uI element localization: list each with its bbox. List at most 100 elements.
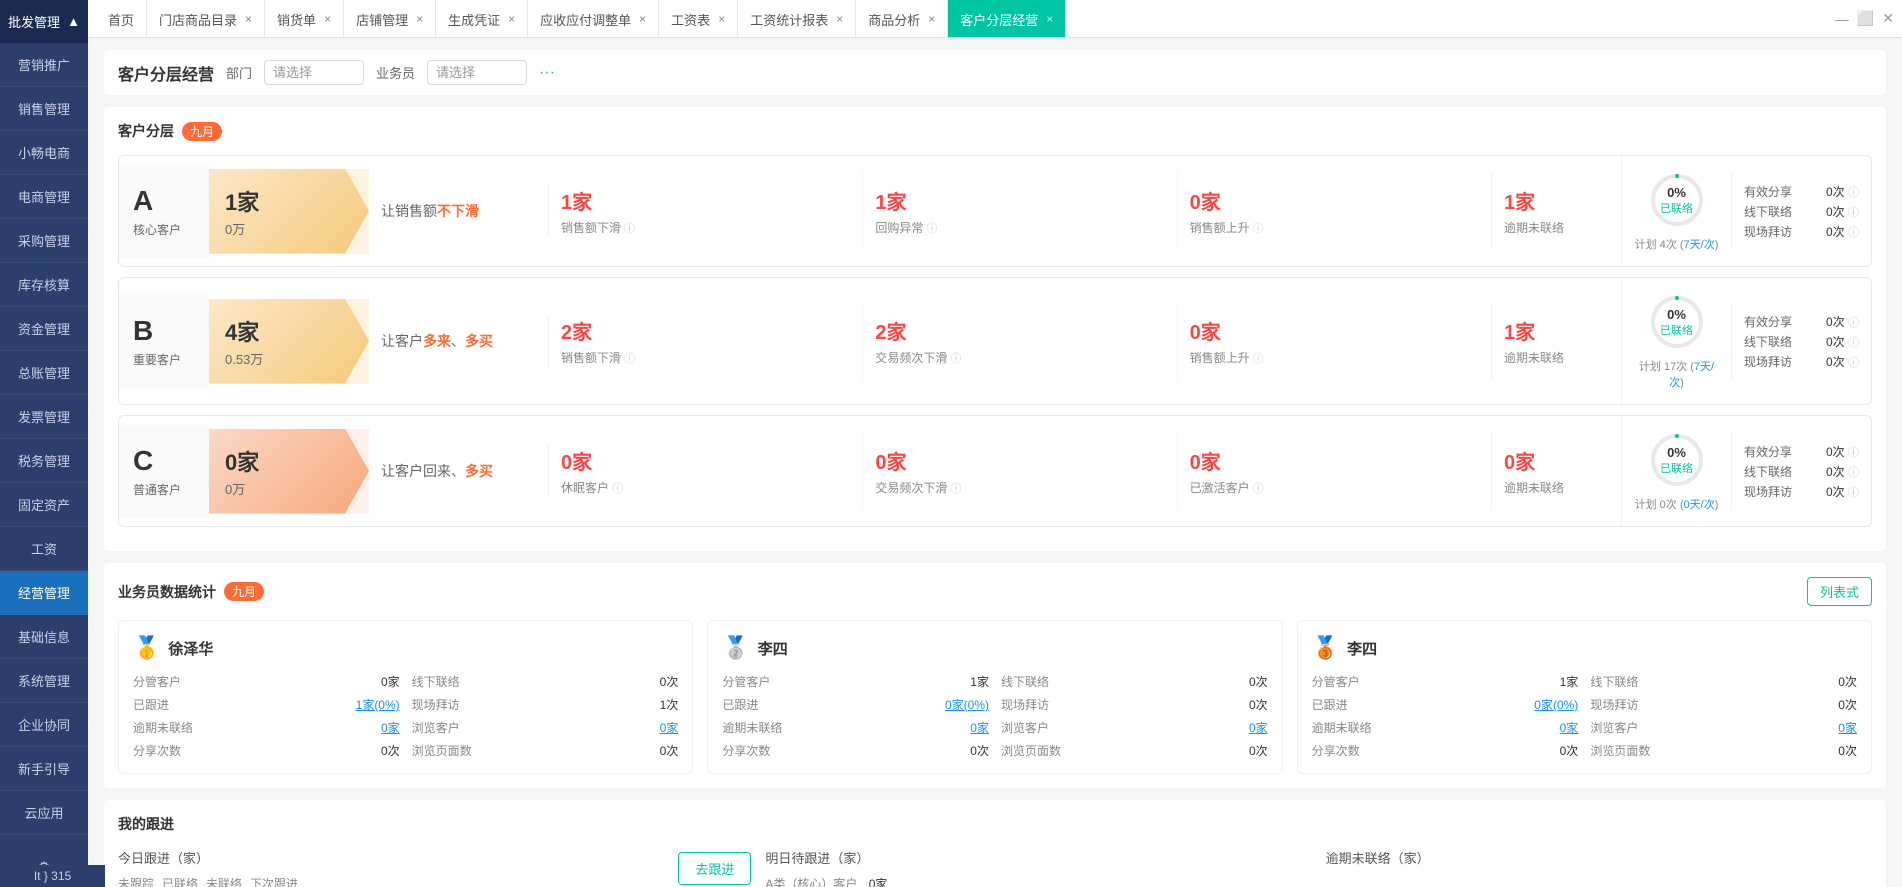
staff-stat-value[interactable]: 1家(0%) bbox=[356, 696, 400, 713]
staff-stat-value[interactable]: 0家 bbox=[660, 719, 679, 736]
sidebar-item-系统管理[interactable]: 系统管理 bbox=[0, 659, 88, 703]
sidebar-item-企业协同[interactable]: 企业协同 bbox=[0, 703, 88, 747]
sidebar-item-固定资产[interactable]: 固定资产 bbox=[0, 483, 88, 527]
tier-circle-c: 0% 已联络 计划 0次 (0天/次) bbox=[1621, 416, 1731, 526]
sidebar-item-库存核算[interactable]: 库存核算 bbox=[0, 263, 88, 307]
tab-minimize-icon[interactable]: — bbox=[1835, 11, 1849, 27]
right-stat-val: 0次 ⓘ bbox=[1826, 203, 1859, 220]
staff-stat-value: 1家 bbox=[970, 673, 989, 690]
right-info-icon[interactable]: ⓘ bbox=[1848, 467, 1859, 479]
staff-stat-row: 现场拜访 0次 bbox=[1590, 696, 1857, 713]
sidebar-item-云应用[interactable]: 云应用 bbox=[0, 791, 88, 835]
tab-close-btn[interactable]: × bbox=[416, 12, 423, 26]
plan-link[interactable]: 0天/次 bbox=[1684, 499, 1715, 511]
tab-店铺管理[interactable]: 店铺管理× bbox=[344, 0, 436, 38]
tab-销货单[interactable]: 销货单× bbox=[265, 0, 344, 38]
right-info-icon[interactable]: ⓘ bbox=[1848, 227, 1859, 239]
info-icon[interactable]: ⓘ bbox=[1253, 350, 1264, 366]
tab-门店商品目录[interactable]: 门店商品目录× bbox=[147, 0, 265, 38]
info-icon[interactable]: ⓘ bbox=[926, 220, 937, 236]
stat-count[interactable]: 0家 bbox=[1190, 186, 1221, 215]
info-icon[interactable]: ⓘ bbox=[950, 350, 961, 366]
right-info-icon[interactable]: ⓘ bbox=[1848, 487, 1859, 499]
stat-count[interactable]: 0家 bbox=[561, 446, 592, 475]
sidebar-item-营销推广[interactable]: 营销推广 bbox=[0, 43, 88, 87]
info-icon[interactable]: ⓘ bbox=[612, 480, 623, 496]
sidebar-item-资金管理[interactable]: 资金管理 bbox=[0, 307, 88, 351]
sidebar-item-发票管理[interactable]: 发票管理 bbox=[0, 395, 88, 439]
info-icon[interactable]: ⓘ bbox=[950, 480, 961, 496]
contact-count[interactable]: 1家 bbox=[1504, 322, 1535, 344]
sidebar-item-销售管理[interactable]: 销售管理 bbox=[0, 87, 88, 131]
tab-close-btn[interactable]: × bbox=[1046, 12, 1053, 26]
sidebar-item-总账管理[interactable]: 总账管理 bbox=[0, 351, 88, 395]
staff-stat-value[interactable]: 0家 bbox=[970, 719, 989, 736]
tab-close-btn[interactable]: × bbox=[324, 12, 331, 26]
staff-stat-value[interactable]: 0家(0%) bbox=[1534, 696, 1578, 713]
staff-stat-value[interactable]: 0家(0%) bbox=[945, 696, 989, 713]
tab-maximize-icon[interactable]: ⬜ bbox=[1857, 10, 1874, 27]
dept-select[interactable]: 请选择 bbox=[264, 60, 364, 85]
page-title: 客户分层经营 bbox=[118, 61, 214, 85]
tab-close-btn[interactable]: × bbox=[508, 12, 515, 26]
sidebar-item-电商管理[interactable]: 电商管理 bbox=[0, 175, 88, 219]
list-view-button[interactable]: 列表式 bbox=[1807, 577, 1872, 606]
contact-count[interactable]: 0家 bbox=[1504, 452, 1535, 474]
staff-stat-value[interactable]: 0家 bbox=[1560, 719, 1579, 736]
plan-link[interactable]: 7天/次 bbox=[1669, 361, 1714, 389]
tab-客户分层经营[interactable]: 客户分层经营× bbox=[948, 0, 1066, 38]
stat-count[interactable]: 0家 bbox=[1190, 446, 1221, 475]
today-sub-label-1: 未跟踪 bbox=[118, 875, 154, 887]
tier-amount-b: 4家 0.53万 bbox=[209, 299, 369, 384]
staff-select[interactable]: 请选择 bbox=[427, 60, 527, 85]
right-info-icon[interactable]: ⓘ bbox=[1848, 207, 1859, 219]
tab-应收应付调整单[interactable]: 应收应付调整单× bbox=[528, 0, 659, 38]
info-icon[interactable]: ⓘ bbox=[1253, 480, 1264, 496]
info-icon[interactable]: ⓘ bbox=[624, 350, 635, 366]
right-info-icon[interactable]: ⓘ bbox=[1848, 337, 1859, 349]
more-options-icon[interactable]: ··· bbox=[539, 64, 555, 82]
stat-count[interactable]: 1家 bbox=[875, 186, 906, 215]
stat-count[interactable]: 0家 bbox=[1190, 316, 1221, 345]
tab-close-btn[interactable]: × bbox=[928, 12, 935, 26]
right-info-icon[interactable]: ⓘ bbox=[1848, 317, 1859, 329]
sidebar-item-经营管理[interactable]: 经营管理 bbox=[0, 571, 88, 615]
tab-close-btn[interactable]: × bbox=[245, 12, 252, 26]
tier-count: 1家 bbox=[225, 185, 353, 217]
tab-生成凭证[interactable]: 生成凭证× bbox=[436, 0, 528, 38]
tab-close-btn[interactable]: × bbox=[639, 12, 646, 26]
staff-stat-value[interactable]: 0家 bbox=[381, 719, 400, 736]
right-info-icon[interactable]: ⓘ bbox=[1848, 187, 1859, 199]
staff-stat-row: 分享次数 0次 bbox=[1312, 742, 1579, 759]
tab-close-icon[interactable]: ✕ bbox=[1882, 10, 1894, 27]
sidebar-item-新手引导[interactable]: 新手引导 bbox=[0, 747, 88, 791]
stat-count[interactable]: 2家 bbox=[561, 316, 592, 345]
staff-stat-value[interactable]: 0家 bbox=[1249, 719, 1268, 736]
sidebar-item-小畅电商[interactable]: 小畅电商 bbox=[0, 131, 88, 175]
stat-count[interactable]: 0家 bbox=[875, 446, 906, 475]
staff-stat-value[interactable]: 0家 bbox=[1838, 719, 1857, 736]
sidebar-item-工资[interactable]: 工资 bbox=[0, 527, 88, 571]
tab-工资统计报表[interactable]: 工资统计报表× bbox=[738, 0, 856, 38]
plan-link[interactable]: 7天/次 bbox=[1684, 239, 1715, 251]
sidebar-header[interactable]: 批发管理 ▲ bbox=[0, 0, 88, 43]
tab-商品分析[interactable]: 商品分析× bbox=[856, 0, 948, 38]
right-info-icon[interactable]: ⓘ bbox=[1848, 357, 1859, 369]
tab-工资表[interactable]: 工资表× bbox=[659, 0, 738, 38]
tab-close-btn[interactable]: × bbox=[836, 12, 843, 26]
tab-close-btn[interactable]: × bbox=[718, 12, 725, 26]
tier-amount-c: 0家 0万 bbox=[209, 429, 369, 514]
right-info-icon[interactable]: ⓘ bbox=[1848, 447, 1859, 459]
stat-count[interactable]: 1家 bbox=[561, 186, 592, 215]
contact-count[interactable]: 1家 bbox=[1504, 192, 1535, 214]
go-followup-button[interactable]: 去跟进 bbox=[678, 852, 751, 885]
info-icon[interactable]: ⓘ bbox=[624, 220, 635, 236]
sidebar-item-采购管理[interactable]: 采购管理 bbox=[0, 219, 88, 263]
info-icon[interactable]: ⓘ bbox=[1253, 220, 1264, 236]
sidebar-item-税务管理[interactable]: 税务管理 bbox=[0, 439, 88, 483]
tab-首页[interactable]: 首页 bbox=[96, 0, 147, 38]
staff-section-title-area: 业务员数据统计 九月 bbox=[118, 582, 264, 602]
stat-count[interactable]: 2家 bbox=[875, 316, 906, 345]
customer-section-title: 客户分层 bbox=[118, 121, 174, 141]
sidebar-item-基础信息[interactable]: 基础信息 bbox=[0, 615, 88, 659]
